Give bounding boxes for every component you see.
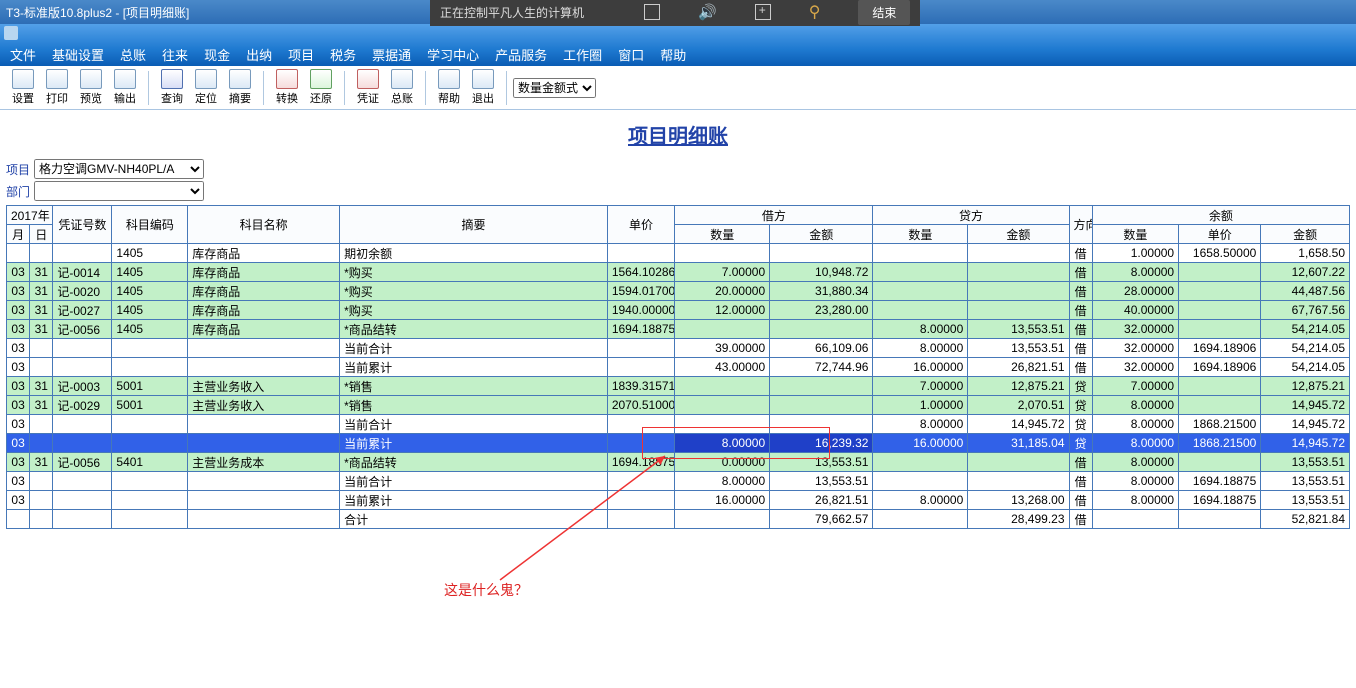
table-row[interactable]: 03当前合计8.0000013,553.51借8.000001694.18875…	[7, 472, 1350, 491]
th-debit: 借方	[675, 206, 873, 225]
menu-产品服务[interactable]: 产品服务	[495, 45, 547, 64]
table-row[interactable]: 0331记-00035001主营业务收入*销售1839.315717.00000…	[7, 377, 1350, 396]
table-row[interactable]: 03当前合计39.0000066,109.068.0000013,553.51借…	[7, 339, 1350, 358]
tb-设置[interactable]: 设置	[6, 69, 40, 106]
tb-摘要[interactable]: 摘要	[223, 69, 257, 106]
project-select[interactable]: 格力空调GMV-NH40PL/A	[34, 159, 204, 179]
menu-出纳[interactable]: 出纳	[246, 45, 272, 64]
tb-还原[interactable]: 还原	[304, 69, 338, 106]
table-row[interactable]: 03当前累计8.0000016,239.3216.0000031,185.04贷…	[7, 434, 1350, 453]
th-ba: 金额	[1261, 225, 1350, 244]
table-row[interactable]: 03当前累计43.0000072,744.9616.0000026,821.51…	[7, 358, 1350, 377]
proj-label: 项目	[6, 161, 30, 178]
table-row[interactable]: 0331记-00565401主营业务成本*商品结转1694.188750.000…	[7, 453, 1350, 472]
menu-现金[interactable]: 现金	[204, 45, 230, 64]
remote-text: 正在控制平凡人生的计算机	[440, 4, 584, 21]
tb-凭证[interactable]: 凭证	[351, 69, 385, 106]
th-name: 科目名称	[188, 206, 340, 244]
tb-打印[interactable]: 打印	[40, 69, 74, 106]
menu-票据通[interactable]: 票据通	[372, 45, 411, 64]
th-month: 月	[7, 225, 30, 244]
menu-项目[interactable]: 项目	[288, 45, 314, 64]
table-row[interactable]: 1405库存商品期初余额借1.000001658.500001,658.50	[7, 244, 1350, 263]
pin-icon[interactable]: ⚲	[809, 2, 821, 22]
th-balance: 余额	[1092, 206, 1349, 225]
table-row[interactable]: 0331记-00295001主营业务收入*销售2070.510001.00000…	[7, 396, 1350, 415]
window-title: T3-标准版10.8plus2 - [项目明细账]	[6, 4, 189, 21]
menu-总账[interactable]: 总账	[120, 45, 146, 64]
tb-转换[interactable]: 转换	[270, 69, 304, 106]
display-mode-select[interactable]: 数量金额式	[513, 78, 596, 98]
menu-基础设置[interactable]: 基础设置	[52, 45, 104, 64]
th-price: 单价	[607, 206, 674, 244]
dept-select[interactable]	[34, 181, 204, 201]
page-title: 项目明细账	[6, 120, 1350, 149]
dept-label: 部门	[6, 183, 30, 200]
th-cq: 数量	[873, 225, 968, 244]
table-row[interactable]: 03当前合计8.0000014,945.72贷8.000001868.21500…	[7, 415, 1350, 434]
th-credit: 贷方	[873, 206, 1069, 225]
table-row[interactable]: 0331记-00201405库存商品*购买1594.0170020.000003…	[7, 282, 1350, 301]
menu-学习中心[interactable]: 学习中心	[427, 45, 479, 64]
remote-control-bar: 正在控制平凡人生的计算机 🔊 + ⚲ 结束	[430, 0, 920, 26]
tb-预览[interactable]: 预览	[74, 69, 108, 106]
tb-帮助[interactable]: 帮助	[432, 69, 466, 106]
screen-icon[interactable]	[644, 4, 660, 20]
speaker-icon[interactable]: 🔊	[698, 3, 717, 21]
th-day: 日	[30, 225, 53, 244]
tb-定位[interactable]: 定位	[189, 69, 223, 106]
end-button[interactable]: 结束	[858, 0, 910, 25]
quick-access	[0, 24, 1356, 42]
plus-icon[interactable]: +	[755, 4, 771, 20]
table-row[interactable]: 0331记-00561405库存商品*商品结转1694.188758.00000…	[7, 320, 1350, 339]
menu-往来[interactable]: 往来	[162, 45, 188, 64]
tb-总账[interactable]: 总账	[385, 69, 419, 106]
menu-窗口[interactable]: 窗口	[618, 45, 644, 64]
th-code: 科目编码	[112, 206, 188, 244]
ledger-table[interactable]: 2017年 凭证号数 科目编码 科目名称 摘要 单价 借方 贷方 方向 余额 月…	[6, 205, 1350, 529]
menu-工作圈[interactable]: 工作圈	[563, 45, 602, 64]
th-voucher: 凭证号数	[53, 206, 112, 244]
th-dir: 方向	[1069, 206, 1092, 244]
menu-税务[interactable]: 税务	[330, 45, 356, 64]
table-row[interactable]: 合计79,662.5728,499.23借52,821.84	[7, 510, 1350, 529]
th-summary: 摘要	[340, 206, 608, 244]
th-dq: 数量	[675, 225, 770, 244]
th-year: 2017年	[7, 206, 53, 225]
th-bq: 数量	[1092, 225, 1178, 244]
menu-帮助[interactable]: 帮助	[660, 45, 686, 64]
tb-查询[interactable]: 查询	[155, 69, 189, 106]
table-row[interactable]: 0331记-00141405库存商品*购买1564.102867.0000010…	[7, 263, 1350, 282]
tb-输出[interactable]: 输出	[108, 69, 142, 106]
th-da: 金额	[770, 225, 873, 244]
tb-退出[interactable]: 退出	[466, 69, 500, 106]
table-row[interactable]: 0331记-00271405库存商品*购买1940.0000012.000002…	[7, 301, 1350, 320]
th-ca: 金额	[968, 225, 1069, 244]
th-bp: 单价	[1179, 225, 1261, 244]
annotation-text: 这是什么鬼？	[444, 580, 528, 600]
table-row[interactable]: 03当前累计16.0000026,821.518.0000013,268.00借…	[7, 491, 1350, 510]
menu-文件[interactable]: 文件	[10, 45, 36, 64]
